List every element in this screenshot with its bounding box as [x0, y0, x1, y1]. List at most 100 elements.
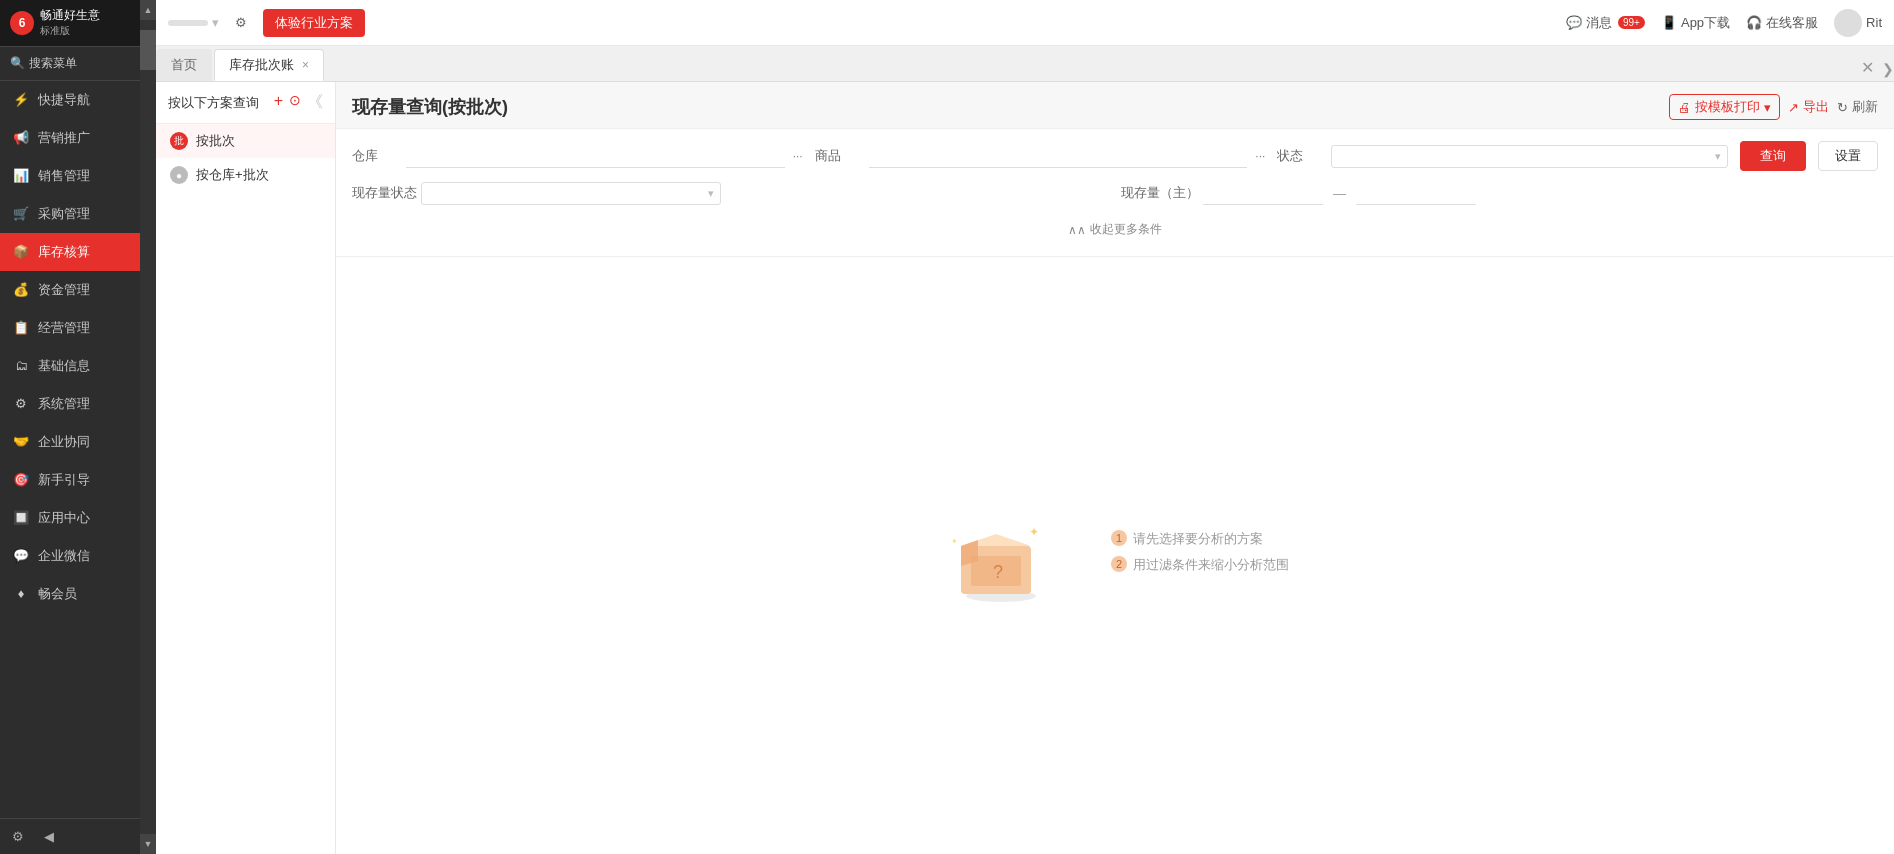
- sidebar-item-wechat[interactable]: 💬 企业微信: [0, 537, 140, 575]
- member-icon: ♦: [12, 585, 30, 603]
- messages-btn[interactable]: 💬 消息 99+: [1566, 14, 1645, 32]
- edition-label: 标准版: [40, 24, 100, 38]
- query-btn[interactable]: 查询: [1740, 141, 1806, 171]
- message-icon: 💬: [1566, 15, 1582, 30]
- sidebar-item-sales[interactable]: 📊 销售管理: [0, 157, 140, 195]
- filter-settings-btn[interactable]: 设置: [1818, 141, 1878, 171]
- export-btn[interactable]: ↗ 导出: [1788, 98, 1829, 116]
- sidebar: 6 畅通好生意 标准版 🔍 搜索菜单 ⚡ 快捷导航 📢 营销推广 📊 销售管理 …: [0, 0, 140, 854]
- chevron-icon: ❯: [1882, 61, 1894, 77]
- left-panel: 按以下方案查询 + ⊙ 《 批 按批次 ● 按仓库+批次: [156, 82, 336, 854]
- status-select[interactable]: ▾: [1331, 145, 1728, 168]
- breadcrumb-chevron-icon: ▾: [212, 15, 219, 30]
- basic-icon: 🗂: [12, 357, 30, 375]
- warehouse-field: 仓库 ···: [352, 144, 803, 168]
- scroll-track[interactable]: [140, 20, 156, 834]
- tab-chevron-btn[interactable]: ❯: [1882, 61, 1894, 81]
- stock-status-field: 现存量状态 ▾: [352, 182, 1109, 205]
- stock-status-arrow-icon: ▾: [708, 187, 714, 200]
- trial-btn[interactable]: 体验行业方案: [263, 9, 365, 37]
- product-input[interactable]: [869, 144, 1248, 168]
- sidebar-item-basic[interactable]: 🗂 基础信息: [0, 347, 140, 385]
- page-header-actions: 🖨 按模板打印 ▾ ↗ 导出 ↻ 刷新: [1669, 94, 1878, 120]
- scroll-down-btn[interactable]: ▼: [140, 834, 156, 854]
- refresh-btn[interactable]: ↻ 刷新: [1837, 98, 1878, 116]
- headset-icon: 🎧: [1746, 15, 1762, 30]
- sidebar-scrollbar[interactable]: ▲ ▼: [140, 0, 156, 854]
- sidebar-item-inventory[interactable]: 📦 库存核算: [0, 233, 140, 271]
- apps-icon: 🔲: [12, 509, 30, 527]
- main-area: ▾ ⚙ 体验行业方案 💬 消息 99+ 📱 App下载 🎧 在线客服 Rit: [156, 0, 1894, 854]
- print-icon: 🖨: [1678, 100, 1691, 115]
- sidebar-item-apps[interactable]: 🔲 应用中心: [0, 499, 140, 537]
- tab-bar-close-btn[interactable]: ✕: [1861, 58, 1874, 81]
- product-more-btn[interactable]: ···: [1255, 149, 1265, 163]
- tab-batch-stock[interactable]: 库存批次账 ×: [214, 49, 324, 81]
- scroll-up-btn[interactable]: ▲: [140, 0, 156, 20]
- sidebar-item-system[interactable]: ⚙ 系统管理: [0, 385, 140, 423]
- stock-qty-max-input[interactable]: [1356, 181, 1476, 205]
- scheme-item-by-batch[interactable]: 批 按批次: [156, 124, 335, 158]
- sidebar-item-quick-nav[interactable]: ⚡ 快捷导航: [0, 81, 140, 119]
- empty-svg: ? ✦ ✦: [941, 506, 1061, 606]
- scheme-icon-warehouse: ●: [170, 166, 188, 184]
- page-title: 现存量查询(按批次): [352, 95, 508, 119]
- scheme-icon-batch: 批: [170, 132, 188, 150]
- svg-text:✦: ✦: [1029, 525, 1039, 539]
- page-header: 现存量查询(按批次) 🖨 按模板打印 ▾ ↗ 导出 ↻ 刷新: [336, 82, 1894, 129]
- sidebar-item-marketing[interactable]: 📢 营销推广: [0, 119, 140, 157]
- user-name: Rit: [1866, 15, 1882, 30]
- add-scheme-btn[interactable]: +: [274, 92, 283, 113]
- topbar-gear-btn[interactable]: ⚙: [227, 9, 255, 37]
- collapse-panel-btn[interactable]: 《: [307, 92, 323, 113]
- app-logo: 6: [10, 11, 34, 35]
- right-content: 现存量查询(按批次) 🖨 按模板打印 ▾ ↗ 导出 ↻ 刷新: [336, 82, 1894, 854]
- sidebar-item-member[interactable]: ♦ 畅会员: [0, 575, 140, 613]
- filter-area: 仓库 ··· 商品 ··· 状态 ▾: [336, 129, 1894, 257]
- user-avatar-btn[interactable]: Rit: [1834, 9, 1882, 37]
- sidebar-settings-btn[interactable]: ⚙: [12, 829, 24, 844]
- filter-row-1: 仓库 ··· 商品 ··· 状态 ▾: [352, 141, 1878, 171]
- left-panel-header: 按以下方案查询 + ⊙ 《: [156, 82, 335, 124]
- search-menu-btn[interactable]: 🔍 搜索菜单: [10, 55, 130, 72]
- topbar: ▾ ⚙ 体验行业方案 💬 消息 99+ 📱 App下载 🎧 在线客服 Rit: [156, 0, 1894, 46]
- sidebar-search-area[interactable]: 🔍 搜索菜单: [0, 47, 140, 81]
- finance-icon: 💰: [12, 281, 30, 299]
- collapse-more-btn[interactable]: ∧∧ 收起更多条件: [352, 215, 1878, 244]
- topbar-right: 💬 消息 99+ 📱 App下载 🎧 在线客服 Rit: [1566, 9, 1882, 37]
- operations-icon: 📋: [12, 319, 30, 337]
- sidebar-item-guide[interactable]: 🎯 新手引导: [0, 461, 140, 499]
- sidebar-item-purchase[interactable]: 🛒 采购管理: [0, 195, 140, 233]
- breadcrumb: ▾: [168, 15, 219, 30]
- messages-badge: 99+: [1618, 16, 1645, 29]
- app-download-btn[interactable]: 📱 App下载: [1661, 14, 1730, 32]
- empty-illustration: ? ✦ ✦: [941, 506, 1061, 606]
- stock-qty-min-input[interactable]: [1203, 181, 1323, 205]
- user-avatar: [1834, 9, 1862, 37]
- sidebar-item-finance[interactable]: 💰 资金管理: [0, 271, 140, 309]
- sidebar-collapse-btn[interactable]: ◀: [44, 829, 54, 844]
- stock-status-select[interactable]: ▾: [421, 182, 721, 205]
- purchase-icon: 🛒: [12, 205, 30, 223]
- warehouse-input[interactable]: [406, 144, 785, 168]
- sidebar-header: 6 畅通好生意 标准版: [0, 0, 140, 47]
- sidebar-item-enterprise[interactable]: 🤝 企业协同: [0, 423, 140, 461]
- sidebar-item-operations[interactable]: 📋 经营管理: [0, 309, 140, 347]
- company-name: 畅通好生意: [40, 8, 100, 24]
- sales-icon: 📊: [12, 167, 30, 185]
- tab-home[interactable]: 首页: [156, 49, 212, 81]
- tab-close-btn[interactable]: ×: [302, 58, 309, 72]
- left-panel-actions: + ⊙ 《: [274, 92, 323, 113]
- online-service-btn[interactable]: 🎧 在线客服: [1746, 14, 1818, 32]
- empty-hint-2: 2 用过滤条件来缩小分析范围: [1111, 556, 1289, 574]
- quick-nav-icon: ⚡: [12, 91, 30, 109]
- scheme-settings-btn[interactable]: ⊙: [289, 92, 301, 113]
- search-icon: 🔍: [10, 56, 25, 70]
- print-btn[interactable]: 🖨 按模板打印 ▾: [1669, 94, 1780, 120]
- scheme-item-by-warehouse-batch[interactable]: ● 按仓库+批次: [156, 158, 335, 192]
- content-area: 按以下方案查询 + ⊙ 《 批 按批次 ● 按仓库+批次 现存量查询(按批次): [156, 82, 1894, 854]
- refresh-icon: ↻: [1837, 100, 1848, 115]
- tab-bar: 首页 库存批次账 × ✕ ❯: [156, 46, 1894, 82]
- scroll-thumb[interactable]: [140, 30, 156, 70]
- warehouse-more-btn[interactable]: ···: [793, 149, 803, 163]
